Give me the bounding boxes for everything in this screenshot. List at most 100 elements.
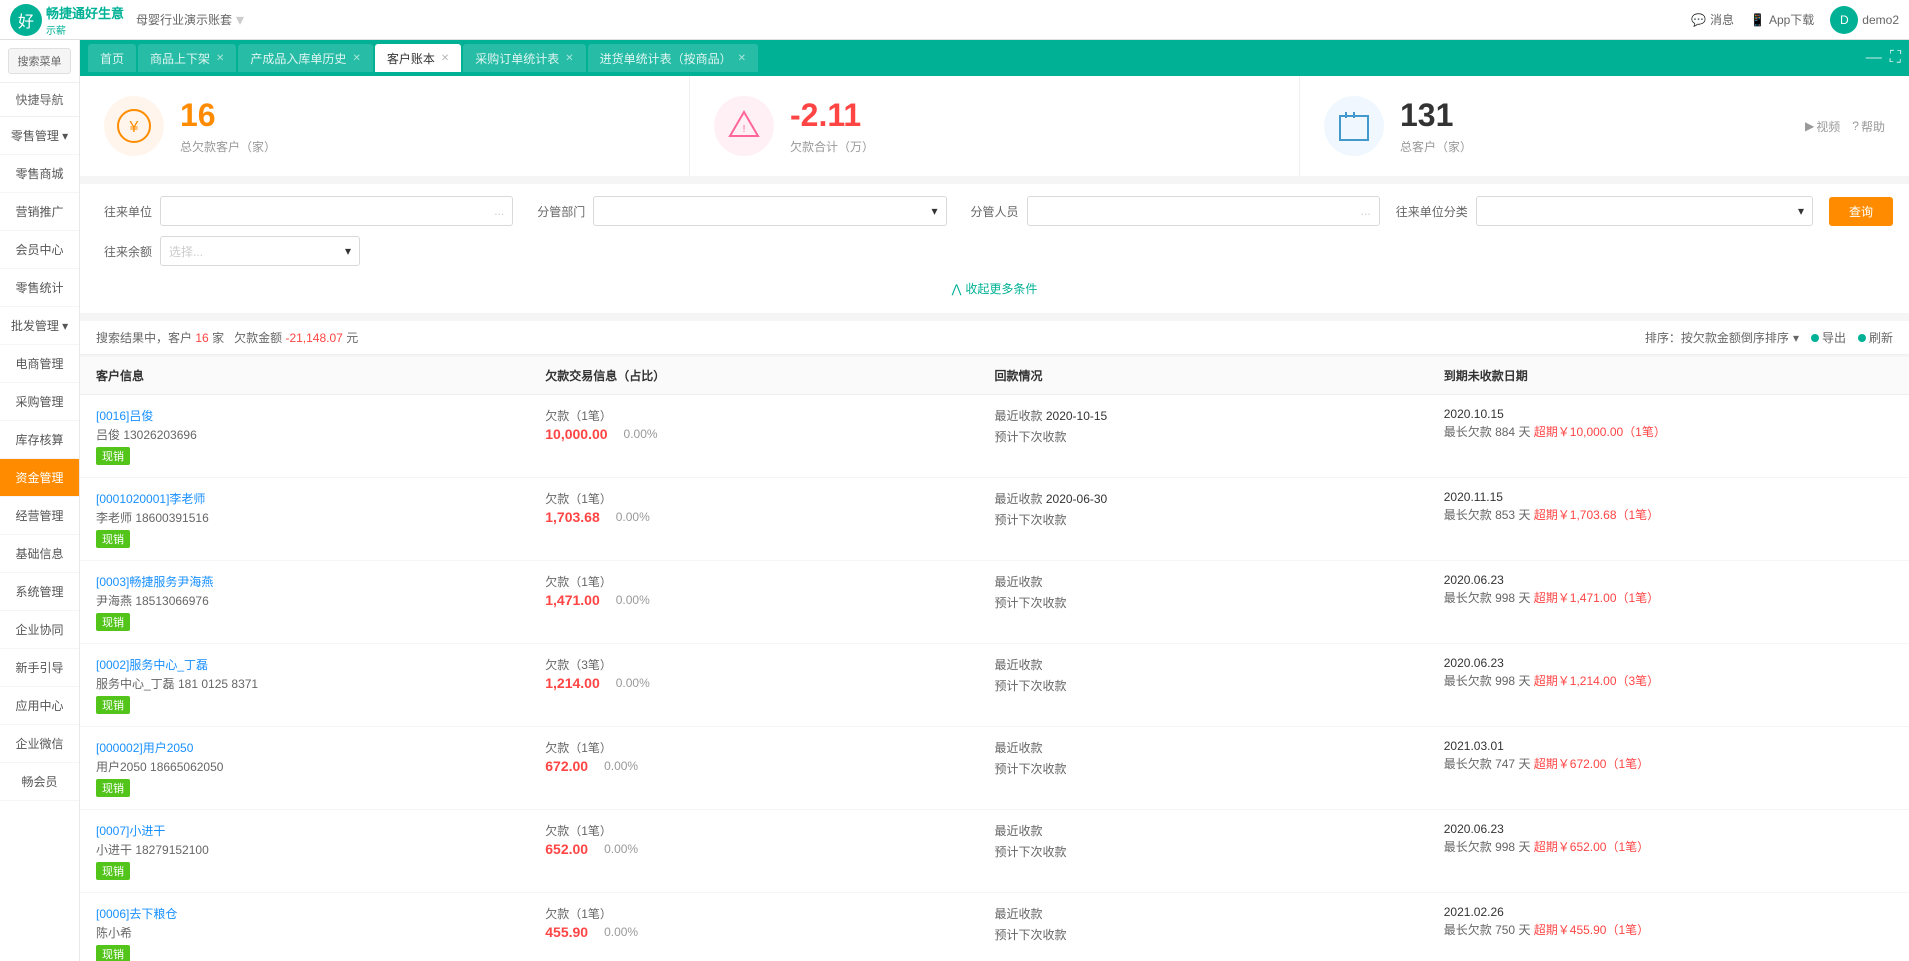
filter-manager-ellipsis: ... bbox=[1361, 204, 1371, 218]
export-dot-icon bbox=[1811, 334, 1819, 342]
sidebar-nav: 零售管理 ▾ 零售商城 营销推广 会员中心 零售统计 批发管理 ▾ 电商管理 采… bbox=[0, 117, 79, 801]
sidebar-item-retail-mall[interactable]: 零售商城 bbox=[0, 155, 79, 193]
sidebar-search-btn[interactable]: 搜索菜单 bbox=[8, 48, 71, 74]
filter-manager-input[interactable]: ... bbox=[1027, 196, 1380, 226]
customer-phone-5: 用户2050 18665062050 bbox=[96, 758, 545, 775]
tab-product-shelf-close[interactable]: ✕ bbox=[216, 53, 224, 64]
overdue-amount-6[interactable]: 超期￥652.00（1笔） bbox=[1534, 840, 1649, 854]
table-header: 客户信息 欠款交易信息（占比） 回款情况 到期未收款日期 bbox=[80, 357, 1909, 395]
customer-id-1[interactable]: [0016]吕俊 bbox=[96, 407, 545, 424]
customer-info-cell-1: [0016]吕俊 吕俊 13026203696 现销 bbox=[96, 407, 545, 465]
debt-amount-6: 652.00 bbox=[545, 841, 588, 857]
tab-home[interactable]: 首页 bbox=[88, 44, 136, 72]
tab-customer-account-close[interactable]: ✕ bbox=[441, 53, 449, 64]
video-icon: ▶ bbox=[1805, 119, 1814, 133]
debt-amount-7: 455.90 bbox=[545, 924, 588, 940]
sidebar-item-member-plus[interactable]: 畅会员 bbox=[0, 763, 79, 801]
customer-id-3[interactable]: [0003]畅捷服务尹海燕 bbox=[96, 573, 545, 590]
tab-customer-account[interactable]: 客户账本 ✕ bbox=[375, 44, 461, 72]
customer-phone-6: 小进干 18279152100 bbox=[96, 841, 545, 858]
sidebar-item-operations[interactable]: 经营管理 bbox=[0, 497, 79, 535]
tab-purchase-order-close[interactable]: ✕ bbox=[565, 53, 573, 64]
search-button[interactable]: 查询 bbox=[1829, 197, 1893, 226]
sidebar-item-ecommerce[interactable]: 电商管理 bbox=[0, 345, 79, 383]
customer-tag-1: 现销 bbox=[96, 447, 130, 465]
sidebar-item-inventory[interactable]: 库存核算 bbox=[0, 421, 79, 459]
collapse-label: 收起更多条件 bbox=[965, 280, 1037, 297]
col-header-debt: 欠款交易信息（占比） bbox=[545, 367, 994, 384]
message-icon: 💬 bbox=[1691, 13, 1706, 27]
collection-next-2: 预计下次收款 bbox=[995, 511, 1444, 528]
sidebar-search-area: 搜索菜单 bbox=[0, 40, 79, 83]
tab-minimize-btn[interactable]: — bbox=[1866, 49, 1882, 67]
table-row: [0002]服务中心_丁磊 服务中心_丁磊 181 0125 8371 现销 欠… bbox=[80, 644, 1909, 727]
user-menu[interactable]: D demo2 bbox=[1830, 6, 1899, 34]
sort-select[interactable]: 排序：按欠款金额倒序排序 ▾ bbox=[1645, 329, 1799, 346]
card-top-right-actions: ▶ 视频 ? 帮助 bbox=[1805, 118, 1885, 135]
sidebar-item-retail-stats[interactable]: 零售统计 bbox=[0, 269, 79, 307]
tab-product-history-close[interactable]: ✕ bbox=[352, 53, 360, 64]
video-btn[interactable]: ▶ 视频 bbox=[1805, 118, 1840, 135]
customer-info-cell-2: [0001020001]李老师 李老师 18600391516 现销 bbox=[96, 490, 545, 548]
filter-balance-select[interactable]: 选择... ▾ bbox=[160, 236, 360, 266]
tab-bar: 首页 商品上下架 ✕ 产成品入库单历史 ✕ 客户账本 ✕ 采购订单统计表 ✕ bbox=[80, 40, 1909, 76]
app-download-btn[interactable]: 📱 App下载 bbox=[1750, 11, 1814, 28]
overdue-amount-5[interactable]: 超期￥672.00（1笔） bbox=[1534, 757, 1649, 771]
tab-product-history[interactable]: 产成品入库单历史 ✕ bbox=[238, 44, 372, 72]
subtitle[interactable]: 示薪 bbox=[46, 22, 124, 37]
sidebar-item-newbie[interactable]: 新手引导 bbox=[0, 649, 79, 687]
sidebar-item-member[interactable]: 会员中心 bbox=[0, 231, 79, 269]
help-icon: ? bbox=[1852, 119, 1859, 133]
sidebar-item-basic-info[interactable]: 基础信息 bbox=[0, 535, 79, 573]
help-btn[interactable]: ? 帮助 bbox=[1852, 118, 1885, 135]
sidebar-item-purchase[interactable]: 采购管理 bbox=[0, 383, 79, 421]
tab-purchase-order[interactable]: 采购订单统计表 ✕ bbox=[463, 44, 585, 72]
collection-latest-1: 最近收款 2020-10-15 bbox=[995, 407, 1444, 424]
message-btn[interactable]: 💬 消息 bbox=[1691, 11, 1734, 28]
overdue-amount-4[interactable]: 超期￥1,214.00（3笔） bbox=[1534, 674, 1659, 688]
filter-source-unit-ellipsis: ... bbox=[494, 204, 504, 218]
sidebar-item-system[interactable]: 系统管理 bbox=[0, 573, 79, 611]
customer-info-cell-7: [0006]去下粮仓 陈小希 现销 bbox=[96, 905, 545, 961]
sidebar-item-enterprise-wechat[interactable]: 企业微信 bbox=[0, 725, 79, 763]
overdue-amount-1[interactable]: 超期￥10,000.00（1笔） bbox=[1534, 425, 1666, 439]
tab-purchase-stats[interactable]: 进货单统计表（按商品） ✕ bbox=[588, 44, 758, 72]
sidebar-item-retail-mgmt[interactable]: 零售管理 ▾ bbox=[0, 117, 79, 155]
tab-purchase-stats-close[interactable]: ✕ bbox=[738, 53, 746, 64]
sidebar-item-batch-mgmt[interactable]: 批发管理 ▾ bbox=[0, 307, 79, 345]
refresh-btn[interactable]: 刷新 bbox=[1858, 329, 1893, 346]
overdue-amount-3[interactable]: 超期￥1,471.00（1笔） bbox=[1534, 591, 1659, 605]
sidebar-item-marketing[interactable]: 营销推广 bbox=[0, 193, 79, 231]
debt-count-4: 欠款（3笔） bbox=[545, 656, 994, 673]
debt-cell-6: 欠款（1笔） 652.00 0.00% bbox=[545, 822, 994, 857]
export-btn[interactable]: 导出 bbox=[1811, 329, 1846, 346]
customer-id-6[interactable]: [0007]小进干 bbox=[96, 822, 545, 839]
filter-manager-label: 分管人员 bbox=[963, 203, 1019, 220]
sidebar-item-enterprise-collab[interactable]: 企业协同 bbox=[0, 611, 79, 649]
filter-dept-select[interactable]: ▾ bbox=[593, 196, 946, 226]
filter-source-unit-input[interactable]: ... bbox=[160, 196, 513, 226]
filter-balance-placeholder: 选择... bbox=[169, 243, 203, 260]
summary-card-total-customers: 131 总客户（家） ▶ 视频 ? 帮助 bbox=[1300, 76, 1909, 176]
customer-id-5[interactable]: [000002]用户2050 bbox=[96, 739, 545, 756]
debt-amount-2: 1,703.68 bbox=[545, 509, 600, 525]
collapse-btn[interactable]: ⋀ 收起更多条件 bbox=[96, 276, 1893, 301]
filter-unit-category-select[interactable]: ▾ bbox=[1476, 196, 1813, 226]
customer-id-7[interactable]: [0006]去下粮仓 bbox=[96, 905, 545, 922]
overdue-amount-2[interactable]: 超期￥1,703.68（1笔） bbox=[1534, 508, 1659, 522]
customer-id-4[interactable]: [0002]服务中心_丁磊 bbox=[96, 656, 545, 673]
tab-maximize-btn[interactable]: ⛶ bbox=[1890, 49, 1901, 67]
quick-nav[interactable]: 快捷导航 bbox=[0, 83, 79, 117]
logo-text-area: 畅捷通好生意 示薪 bbox=[46, 3, 124, 37]
tab-product-history-label: 产成品入库单历史 bbox=[250, 50, 346, 67]
store-dropdown-icon[interactable]: ▾ bbox=[236, 10, 244, 30]
customer-id-2[interactable]: [0001020001]李老师 bbox=[96, 490, 545, 507]
tab-product-shelf[interactable]: 商品上下架 ✕ bbox=[138, 44, 236, 72]
logo-area: 好 畅捷通好生意 示薪 母婴行业演示账套 ▾ bbox=[10, 3, 244, 37]
summary-card-debt-customers: ¥ 16 总欠款客户（家） bbox=[80, 76, 690, 176]
sidebar-item-app-center[interactable]: 应用中心 bbox=[0, 687, 79, 725]
overdue-amount-7[interactable]: 超期￥455.90（1笔） bbox=[1534, 923, 1649, 937]
overdue-cell-2: 2020.11.15 最长欠款 853 天 超期￥1,703.68（1笔） bbox=[1444, 490, 1893, 523]
debt-count-6: 欠款（1笔） bbox=[545, 822, 994, 839]
sidebar-item-capital[interactable]: 资金管理 bbox=[0, 459, 79, 497]
